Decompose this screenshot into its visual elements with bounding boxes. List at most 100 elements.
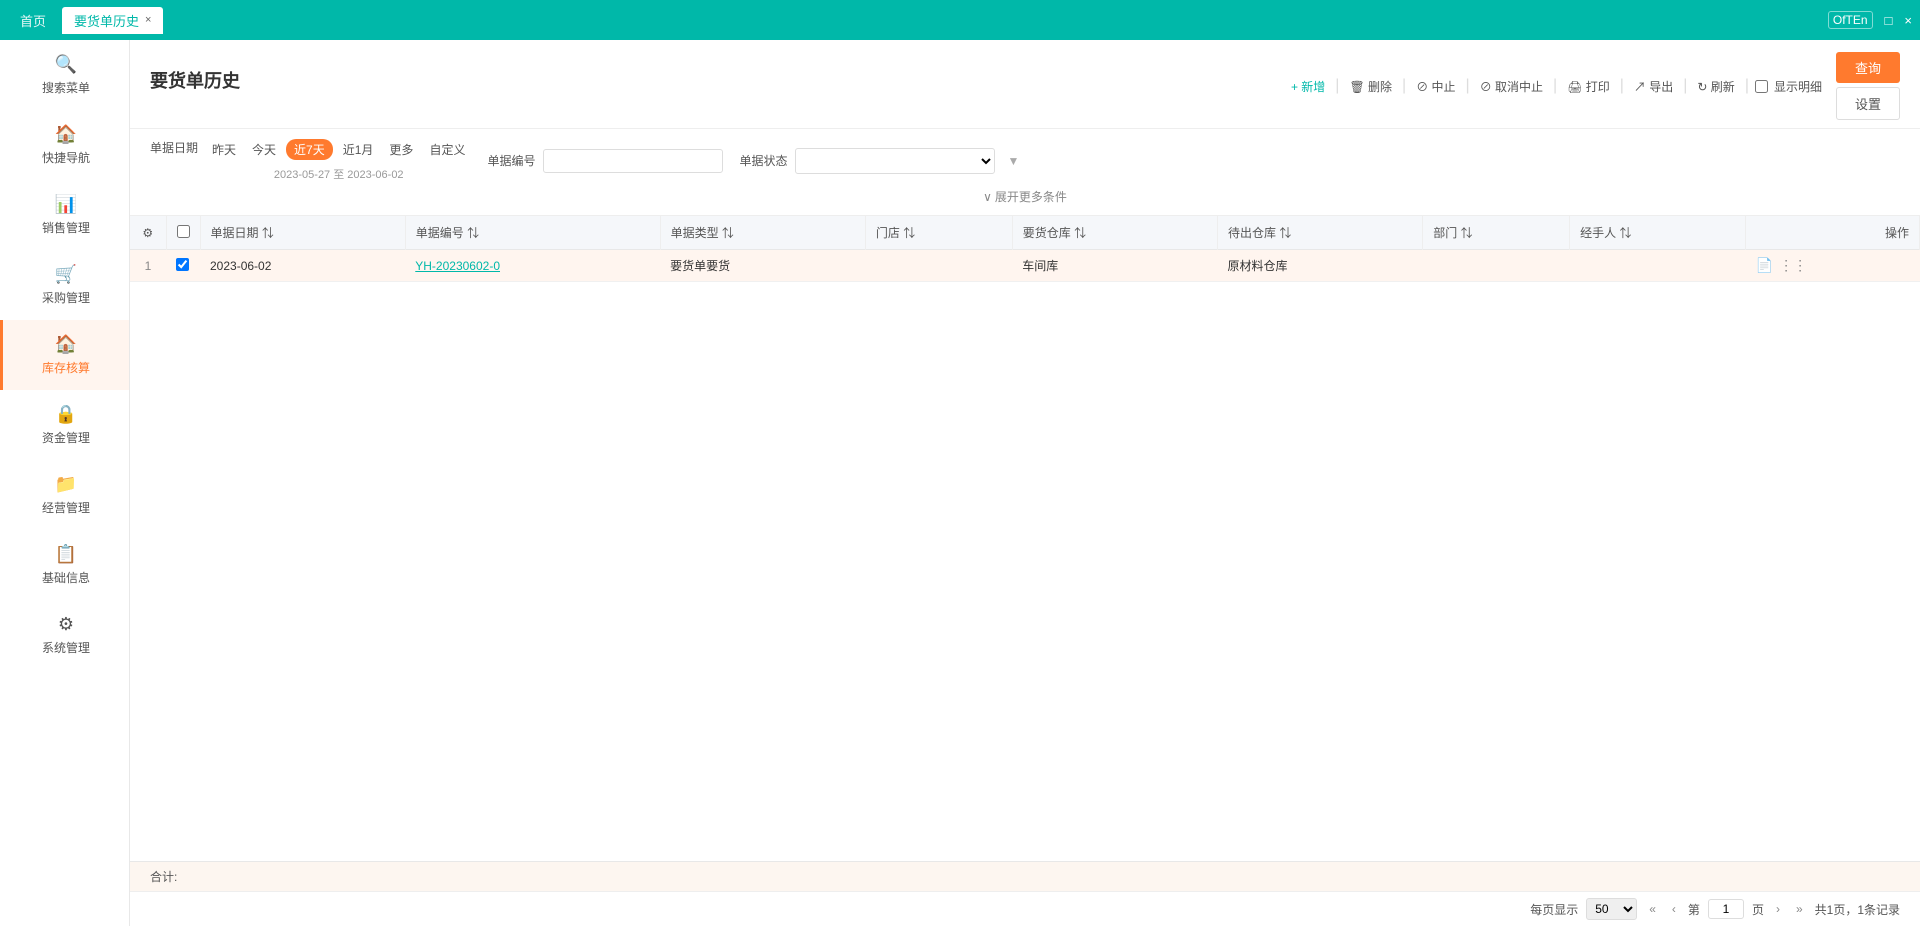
per-page-label: 每页显示 — [1530, 901, 1578, 918]
date-btn-yesterday[interactable]: 昨天 — [206, 140, 242, 159]
sidebar-item-label: 销售管理 — [42, 219, 90, 236]
table-container: ⚙ 单据日期 ⇅ 单据编号 ⇅ 单据类型 ⇅ — [130, 216, 1920, 861]
refresh-button[interactable]: ↻ 刷新 — [1693, 76, 1738, 97]
col-doc-no[interactable]: 单据编号 ⇅ — [405, 216, 660, 250]
col-store[interactable]: 门店 ⇅ — [865, 216, 1012, 250]
display-detail-label: 显示明细 — [1774, 78, 1822, 95]
sort-icon: ⇅ — [722, 226, 734, 240]
tab-close-icon[interactable]: × — [145, 14, 151, 26]
stop-button[interactable]: ⊘ 中止 — [1412, 76, 1459, 97]
row-dept — [1423, 250, 1570, 282]
row-checkbox[interactable] — [166, 250, 200, 282]
tab-label: 要货单历史 — [74, 11, 139, 30]
sort-icon: ⇅ — [1074, 226, 1086, 240]
row-actions: 📄 ⋮⋮ — [1746, 250, 1920, 282]
col-dept[interactable]: 部门 ⇅ — [1423, 216, 1570, 250]
page-unit: 页 — [1752, 901, 1764, 918]
tab-home[interactable]: 首页 — [8, 7, 58, 34]
per-page-select[interactable]: 50 10 20 100 — [1586, 898, 1637, 920]
date-filters: 昨天 今天 近7天 近1月 更多 自定义 2023-05-27 至 2023-0… — [206, 139, 471, 182]
table-row[interactable]: 1 2023-06-02 YH-20230602-0 要货单要货 车间库 原材料… — [130, 250, 1920, 282]
col-dest-warehouse[interactable]: 待出仓库 ⇅ — [1217, 216, 1422, 250]
expand-icon: ∨ — [983, 190, 992, 204]
col-dest-warehouse-label: 待出仓库 — [1228, 226, 1276, 240]
col-doc-no-label: 单据编号 — [416, 226, 464, 240]
col-req-warehouse[interactable]: 要货仓库 ⇅ — [1012, 216, 1217, 250]
row-doc-type: 要货单要货 — [660, 250, 865, 282]
settings-icon[interactable]: ⚙ — [142, 226, 153, 240]
query-button[interactable]: 查询 — [1836, 52, 1900, 83]
col-handler[interactable]: 经手人 ⇅ — [1570, 216, 1746, 250]
filter-area: 单据日期 昨天 今天 近7天 近1月 更多 自定义 2023-05-27 至 2… — [130, 129, 1920, 216]
row-more-icon[interactable]: ⋮⋮ — [1779, 257, 1807, 274]
system-mgmt-icon: ⚙ — [58, 614, 74, 635]
select-all-checkbox[interactable] — [177, 225, 190, 238]
status-select[interactable] — [795, 148, 995, 174]
row-handler — [1570, 250, 1746, 282]
top-bar: 首页 要货单历史 × OfTEn □ × — [0, 0, 1920, 40]
row-edit-icon[interactable]: 📄 — [1756, 257, 1773, 274]
date-btn-7days[interactable]: 近7天 — [286, 139, 333, 160]
sort-icon: ⇅ — [467, 226, 479, 240]
next-more-btn[interactable]: » — [1792, 900, 1807, 918]
col-handler-label: 经手人 — [1580, 226, 1616, 240]
sort-icon: ⇅ — [903, 226, 915, 240]
total-label: 合计: — [150, 870, 177, 884]
prev-btn[interactable]: ‹ — [1668, 900, 1680, 918]
date-btn-custom[interactable]: 自定义 — [423, 140, 471, 159]
export-button[interactable]: ↗ 导出 — [1630, 76, 1677, 97]
date-btn-1month[interactable]: 近1月 — [337, 140, 380, 159]
expand-more-btn[interactable]: ∨ 展开更多条件 — [150, 188, 1900, 205]
operations-icon: 📁 — [55, 474, 77, 495]
sidebar: 🔍 搜索菜单 🏠 快捷导航 📊 销售管理 🛒 采购管理 🏠 库存核算 🔒 资金管… — [0, 40, 130, 926]
sidebar-item-system-mgmt[interactable]: ⚙ 系统管理 — [0, 600, 129, 670]
basic-info-icon: 📋 — [55, 544, 77, 565]
sidebar-item-operations[interactable]: 📁 经营管理 — [0, 460, 129, 530]
total-info: 共1页，1条记录 — [1815, 901, 1900, 918]
row-num: 1 — [130, 250, 166, 282]
print-button[interactable]: 🖨 打印 — [1563, 76, 1614, 97]
sidebar-item-purchase-mgmt[interactable]: 🛒 采购管理 — [0, 250, 129, 320]
col-doc-type[interactable]: 单据类型 ⇅ — [660, 216, 865, 250]
sales-icon: 📊 — [55, 194, 77, 215]
sidebar-item-label: 经营管理 — [42, 499, 90, 516]
sidebar-item-quick-nav[interactable]: 🏠 快捷导航 — [0, 110, 129, 180]
cancel-stop-button[interactable]: ⊘ 取消中止 — [1476, 76, 1547, 97]
page-input[interactable] — [1708, 899, 1744, 919]
settings-button[interactable]: 设置 — [1836, 87, 1900, 120]
sidebar-item-inventory[interactable]: 🏠 库存核算 — [0, 320, 129, 390]
doc-no-input[interactable] — [543, 149, 723, 173]
sidebar-item-sales-mgmt[interactable]: 📊 销售管理 — [0, 180, 129, 250]
delete-button[interactable]: 🗑 删除 — [1345, 76, 1396, 97]
sidebar-item-label: 库存核算 — [42, 359, 90, 376]
col-settings[interactable]: ⚙ — [130, 216, 166, 250]
sidebar-item-basic-info[interactable]: 📋 基础信息 — [0, 530, 129, 600]
sidebar-item-finance[interactable]: 🔒 资金管理 — [0, 390, 129, 460]
page-header: 要货单历史 + 新增 | 🗑 删除 | ⊘ 中止 | ⊘ 取消中止 | 🖨 打印… — [130, 40, 1920, 129]
row-doc-date: 2023-06-02 — [200, 250, 405, 282]
tab-requisition-history[interactable]: 要货单历史 × — [62, 7, 163, 34]
row-req-warehouse: 车间库 — [1012, 250, 1217, 282]
status-dropdown-icon[interactable]: ▼ — [1007, 154, 1019, 168]
row-doc-no[interactable]: YH-20230602-0 — [405, 250, 660, 282]
sort-icon: ⇅ — [1279, 226, 1291, 240]
sidebar-item-label: 资金管理 — [42, 429, 90, 446]
sidebar-item-label: 搜索菜单 — [42, 79, 90, 96]
pagination: 每页显示 50 10 20 100 « ‹ 第 页 › » 共1页，1条记录 — [130, 891, 1920, 926]
next-btn[interactable]: › — [1772, 900, 1784, 918]
date-btn-today[interactable]: 今天 — [246, 140, 282, 159]
sidebar-item-search-menu[interactable]: 🔍 搜索菜单 — [0, 40, 129, 110]
col-doc-date[interactable]: 单据日期 ⇅ — [200, 216, 405, 250]
col-doc-type-label: 单据类型 — [671, 226, 719, 240]
close-icon[interactable]: × — [1904, 13, 1912, 28]
sort-icon: ⇅ — [262, 226, 274, 240]
top-bar-right: OfTEn □ × — [1828, 11, 1912, 29]
sort-icon: ⇅ — [1461, 226, 1473, 240]
new-button[interactable]: + 新增 — [1287, 76, 1329, 97]
date-btn-more[interactable]: 更多 — [383, 140, 419, 159]
col-dept-label: 部门 — [1433, 226, 1457, 240]
prev-more-btn[interactable]: « — [1645, 900, 1660, 918]
display-detail-checkbox[interactable] — [1755, 80, 1768, 93]
maximize-icon[interactable]: □ — [1885, 13, 1893, 28]
purchase-icon: 🛒 — [55, 264, 77, 285]
